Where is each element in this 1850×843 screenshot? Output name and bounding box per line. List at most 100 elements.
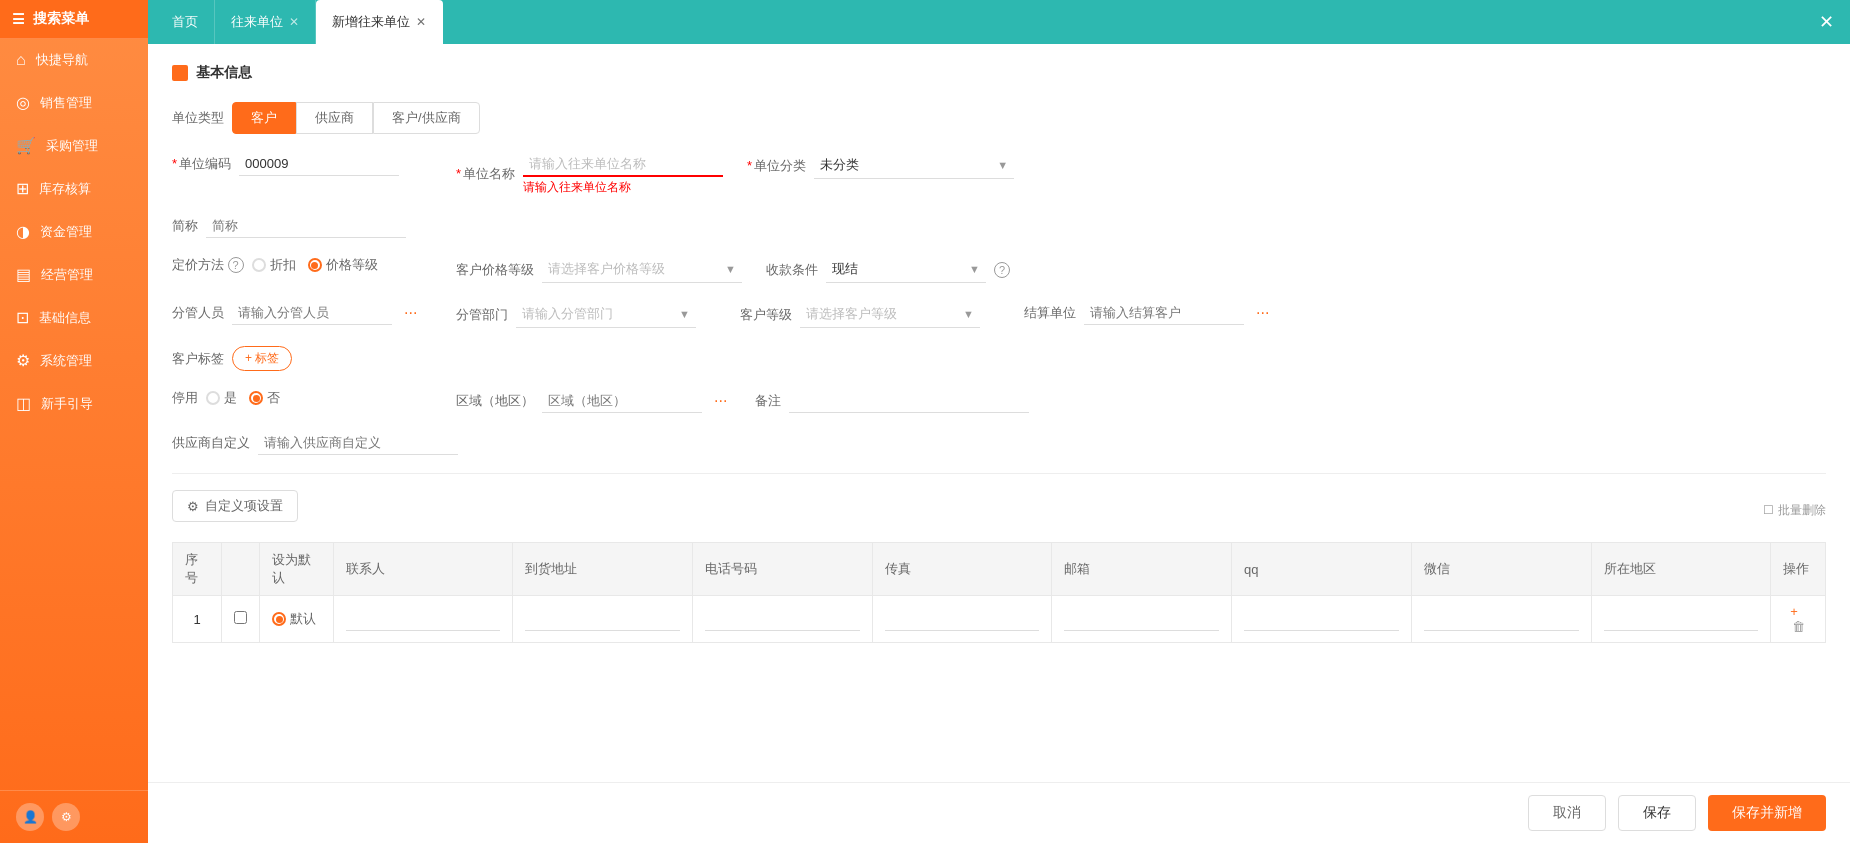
unit-type-both-btn[interactable]: 客户/供应商 — [373, 102, 480, 134]
cell-checkbox[interactable] — [222, 596, 260, 643]
qq-input[interactable] — [1244, 607, 1399, 631]
wechat-input[interactable] — [1424, 607, 1579, 631]
disable-no-option[interactable]: 否 — [249, 389, 280, 407]
row-delete-btn[interactable]: 🗑 — [1792, 619, 1805, 634]
payment-terms-label: 收款条件 — [766, 261, 818, 279]
tab-new-partner[interactable]: 新增往来单位 ✕ — [316, 0, 443, 44]
unit-category-value: 未分类 — [820, 156, 859, 174]
sidebar-item-label: 系统管理 — [40, 352, 92, 370]
default-radio-item[interactable]: 默认 — [272, 610, 321, 628]
cell-phone[interactable] — [693, 596, 873, 643]
batch-delete-label[interactable]: 批量删除 — [1778, 502, 1826, 519]
tab-home-label: 首页 — [172, 13, 198, 31]
sidebar-item-label: 库存核算 — [39, 180, 91, 198]
settings-footer-icon[interactable]: ⚙ — [52, 803, 80, 831]
unit-type-customer-btn[interactable]: 客户 — [232, 102, 296, 134]
customer-level-label: 客户等级 — [740, 306, 792, 324]
sidebar-item-label: 快捷导航 — [36, 51, 88, 69]
cell-contact[interactable] — [333, 596, 513, 643]
unit-name-input[interactable] — [523, 152, 723, 177]
sidebar-item-sales[interactable]: ◎ 销售管理 — [0, 81, 148, 124]
cell-region[interactable] — [1591, 596, 1771, 643]
row-add-btn[interactable]: + — [1790, 604, 1798, 619]
settlement-more-btn[interactable]: ··· — [1252, 304, 1273, 322]
pricing-method-label: 定价方法 ? — [172, 256, 244, 274]
department-select[interactable]: 请输入分管部门 ▼ — [516, 301, 696, 328]
remarks-input[interactable] — [789, 389, 1029, 413]
sidebar-item-guide[interactable]: ◫ 新手引导 — [0, 382, 148, 425]
payment-help-icon[interactable]: ? — [994, 262, 1010, 278]
email-input[interactable] — [1064, 607, 1219, 631]
sidebar-item-inventory[interactable]: ⊞ 库存核算 — [0, 167, 148, 210]
save-and-new-button[interactable]: 保存并新增 — [1708, 795, 1826, 831]
unit-name-field: *单位名称 请输入往来单位名称 — [456, 152, 723, 196]
sidebar-item-purchase[interactable]: 🛒 采购管理 — [0, 124, 148, 167]
customer-price-level-select[interactable]: 请选择客户价格等级 ▼ — [542, 256, 742, 283]
window-close-button[interactable]: ✕ — [1811, 11, 1842, 33]
customer-price-level-field: 客户价格等级 请选择客户价格等级 ▼ — [456, 256, 742, 283]
unit-code-input[interactable] — [239, 152, 399, 176]
sidebar-item-base[interactable]: ⊡ 基础信息 — [0, 296, 148, 339]
sidebar-item-operation[interactable]: ▤ 经营管理 — [0, 253, 148, 296]
sidebar: ☰ 搜索菜单 ⌂ 快捷导航 ◎ 销售管理 🛒 采购管理 ⊞ 库存核算 ◑ 资金管… — [0, 0, 148, 843]
cell-qq[interactable] — [1232, 596, 1412, 643]
add-tag-btn[interactable]: + 标签 — [232, 346, 292, 371]
cell-email[interactable] — [1052, 596, 1232, 643]
settlement-unit-input[interactable] — [1084, 301, 1244, 325]
sidebar-search-label: 搜索菜单 — [33, 10, 89, 28]
customer-level-placeholder: 请选择客户等级 — [806, 305, 897, 323]
sidebar-search[interactable]: ☰ 搜索菜单 — [0, 0, 148, 39]
col-email: 邮箱 — [1052, 543, 1232, 596]
unit-category-select[interactable]: 未分类 ▼ — [814, 152, 1014, 179]
customer-level-select[interactable]: 请选择客户等级 ▼ — [800, 301, 980, 328]
remarks-label: 备注 — [755, 392, 781, 410]
region-more-btn[interactable]: ··· — [710, 392, 731, 410]
save-button[interactable]: 保存 — [1618, 795, 1696, 831]
short-name-input[interactable] — [206, 214, 406, 238]
manager-input[interactable] — [232, 301, 392, 325]
tab-home[interactable]: 首页 — [156, 0, 215, 44]
contact-input[interactable] — [346, 607, 501, 631]
payment-terms-select[interactable]: 现结 ▼ — [826, 256, 986, 283]
row-checkbox[interactable] — [234, 611, 247, 624]
disable-field: 停用 是 否 — [172, 389, 432, 407]
manager-more-btn[interactable]: ··· — [400, 304, 421, 322]
pricing-help-icon[interactable]: ? — [228, 257, 244, 273]
custom-settings-label: 自定义项设置 — [205, 497, 283, 515]
pricing-row: 定价方法 ? 折扣 价格等级 客户价格等级 请选择客户 — [172, 256, 1826, 283]
address-input[interactable] — [525, 607, 680, 631]
cell-default[interactable]: 默认 — [260, 596, 334, 643]
form-footer: 取消 保存 保存并新增 — [148, 782, 1850, 843]
supplier-custom-input[interactable] — [258, 431, 458, 455]
customer-tags-field: 客户标签 + 标签 — [172, 346, 432, 371]
sidebar-item-finance[interactable]: ◑ 资金管理 — [0, 210, 148, 253]
customer-tags-label: 客户标签 — [172, 350, 224, 368]
col-checkbox — [222, 543, 260, 596]
col-contact: 联系人 — [333, 543, 513, 596]
region-input[interactable] — [542, 389, 702, 413]
supplier-custom-row: 供应商自定义 — [172, 431, 1826, 455]
tab-new-partner-close[interactable]: ✕ — [416, 15, 426, 29]
region-table-input[interactable] — [1604, 607, 1759, 631]
cell-wechat[interactable] — [1411, 596, 1591, 643]
cancel-button[interactable]: 取消 — [1528, 795, 1606, 831]
default-label: 默认 — [290, 610, 316, 628]
fax-input[interactable] — [885, 607, 1040, 631]
manager-field: 分管人员 ··· — [172, 301, 432, 325]
sidebar-item-system[interactable]: ⚙ 系统管理 — [0, 339, 148, 382]
pricing-level-option[interactable]: 价格等级 — [308, 256, 378, 274]
unit-type-supplier-btn[interactable]: 供应商 — [296, 102, 373, 134]
customer-price-level-label: 客户价格等级 — [456, 261, 534, 279]
phone-input[interactable] — [705, 607, 860, 631]
finance-icon: ◑ — [16, 222, 30, 241]
short-name-label: 简称 — [172, 217, 198, 235]
tab-partner[interactable]: 往来单位 ✕ — [215, 0, 316, 44]
table-row: 1 默认 — [173, 596, 1826, 643]
custom-settings-btn[interactable]: ⚙ 自定义项设置 — [172, 490, 298, 522]
tab-partner-close[interactable]: ✕ — [289, 15, 299, 29]
disable-yes-option[interactable]: 是 — [206, 389, 237, 407]
cell-address[interactable] — [513, 596, 693, 643]
cell-fax[interactable] — [872, 596, 1052, 643]
pricing-discount-option[interactable]: 折扣 — [252, 256, 296, 274]
sidebar-item-quick-nav[interactable]: ⌂ 快捷导航 — [0, 39, 148, 81]
